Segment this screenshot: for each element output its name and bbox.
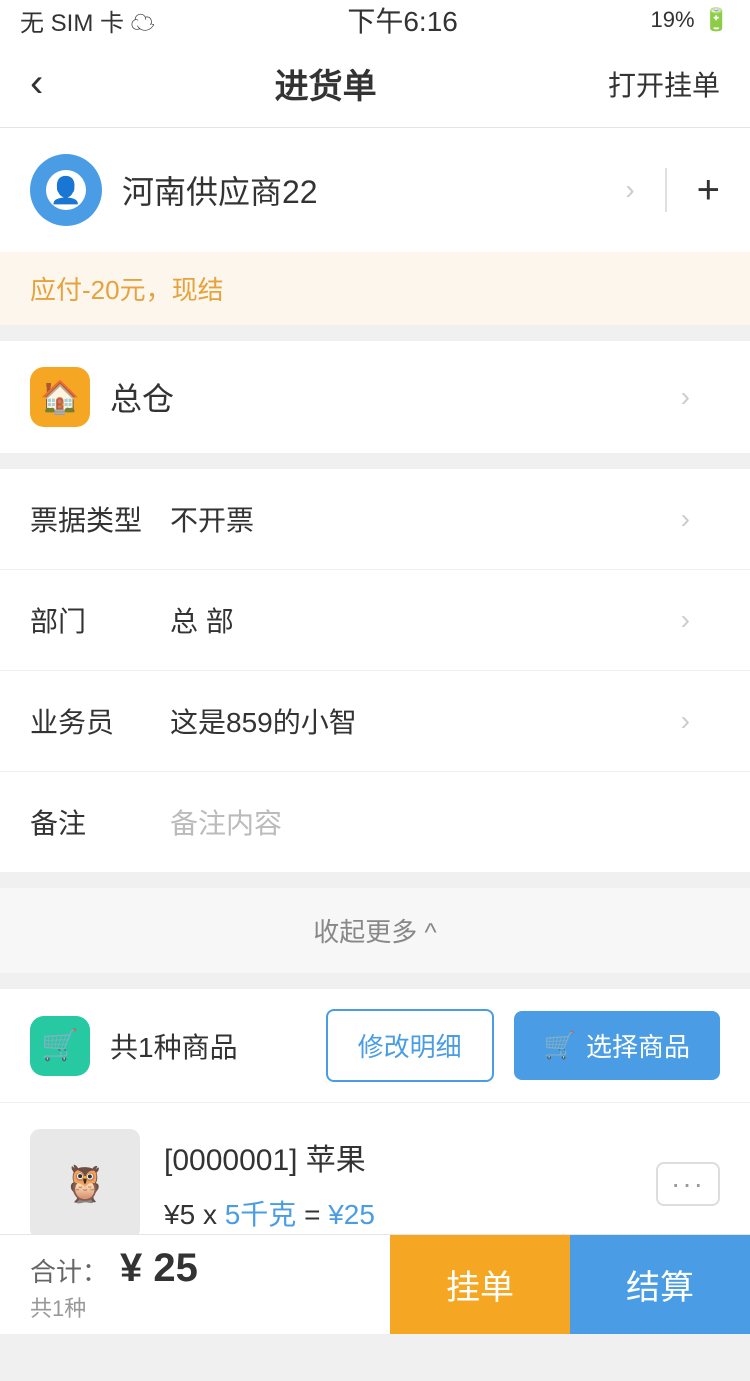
- cart-icon: 🛒: [544, 1030, 576, 1061]
- invoice-value: 不开票: [170, 499, 681, 539]
- status-right: 19% 🔋: [651, 7, 730, 33]
- sim-status: 无 SIM 卡 ☁: [20, 3, 155, 38]
- warehouse-section: 🏠 总仓 ›: [0, 341, 750, 453]
- dept-value: 总 部: [170, 600, 681, 640]
- equals-sign: =: [304, 1199, 328, 1230]
- chevron-right-icon: ›: [681, 604, 690, 636]
- main-content: 👤 河南供应商22 › + 应付-20元，现结 🏠 总仓 › 票据类型 不开票 …: [0, 128, 750, 1381]
- invoice-label: 票据类型: [30, 499, 170, 539]
- product-thumbnail: 🦉: [30, 1129, 140, 1239]
- add-supplier-button[interactable]: +: [697, 170, 720, 210]
- multiply-sign: x: [203, 1199, 225, 1230]
- warehouse-icon-wrap: 🏠: [30, 367, 90, 427]
- remark-label: 备注: [30, 802, 170, 842]
- total-amount: ¥ 25: [120, 1246, 198, 1291]
- nav-bar: ‹ 进货单 打开挂单: [0, 40, 750, 128]
- subtotal: ¥25: [328, 1199, 375, 1230]
- invoice-type-row[interactable]: 票据类型 不开票 ›: [0, 469, 750, 570]
- warehouse-icon: 🏠: [40, 378, 80, 416]
- checkout-button[interactable]: 结算: [570, 1235, 750, 1334]
- chevron-right-icon: ›: [681, 381, 690, 413]
- sales-value: 这是859的小智: [170, 701, 681, 741]
- chevron-right-icon: ›: [681, 705, 690, 737]
- products-count: 共1种商品: [110, 1026, 326, 1066]
- hang-order-button[interactable]: 挂单: [390, 1235, 570, 1334]
- supplier-name: 河南供应商22: [122, 167, 625, 213]
- bag-icon: 🛒: [41, 1028, 78, 1063]
- total-count: 共1种: [30, 1291, 360, 1323]
- collapse-bar[interactable]: 收起更多 ^: [0, 888, 750, 973]
- back-button[interactable]: ‹: [30, 61, 43, 106]
- divider: [665, 168, 667, 212]
- products-header: 🛒 共1种商品 修改明细 🛒 选择商品: [0, 989, 750, 1103]
- sales-label: 业务员: [30, 701, 170, 741]
- product-more-button[interactable]: ···: [656, 1162, 720, 1206]
- battery-icon: 🔋: [703, 7, 730, 33]
- warehouse-row[interactable]: 🏠 总仓 ›: [0, 341, 750, 453]
- chevron-right-icon: ›: [625, 174, 634, 206]
- bottom-bar: 合计： ¥ 25 共1种 挂单 结算: [0, 1234, 750, 1334]
- dept-label: 部门: [30, 600, 170, 640]
- user-icon: 👤: [46, 170, 86, 210]
- status-bar: 无 SIM 卡 ☁ 下午6:16 19% 🔋: [0, 0, 750, 40]
- quantity: 5千克: [225, 1199, 297, 1230]
- total-label: 合计：: [30, 1252, 108, 1289]
- warehouse-name: 总仓: [110, 374, 681, 420]
- supplier-section: 👤 河南供应商22 › + 应付-20元，现结: [0, 128, 750, 325]
- product-logo-icon: 🦉: [63, 1163, 108, 1205]
- form-section: 票据类型 不开票 › 部门 总 部 › 业务员 这是859的小智 › 备注 备注…: [0, 469, 750, 872]
- avatar: 👤: [30, 154, 102, 226]
- remark-input[interactable]: 备注内容: [170, 802, 720, 842]
- status-time: 下午6:16: [347, 0, 458, 40]
- chevron-right-icon: ›: [681, 503, 690, 535]
- unit-price: ¥5: [164, 1199, 195, 1230]
- supplier-row[interactable]: 👤 河南供应商22 › +: [0, 128, 750, 252]
- collapse-label: 收起更多 ^: [313, 912, 436, 949]
- product-name: [0000001] 苹果: [164, 1135, 656, 1179]
- product-price: ¥5 x 5千克 = ¥25: [164, 1193, 656, 1233]
- products-icon-wrap: 🛒: [30, 1016, 90, 1076]
- total-section: 合计： ¥ 25 共1种: [0, 1235, 390, 1334]
- select-product-label: 选择商品: [586, 1027, 690, 1064]
- edit-detail-button[interactable]: 修改明细: [326, 1009, 494, 1082]
- dept-row[interactable]: 部门 总 部 ›: [0, 570, 750, 671]
- select-product-button[interactable]: 🛒 选择商品: [514, 1011, 720, 1080]
- status-left: 无 SIM 卡 ☁: [20, 3, 155, 38]
- product-info: [0000001] 苹果 ¥5 x 5千克 = ¥25: [164, 1135, 656, 1233]
- open-hang-button[interactable]: 打开挂单: [608, 64, 720, 104]
- notice-banner: 应付-20元，现结: [0, 252, 750, 325]
- remark-row[interactable]: 备注 备注内容: [0, 772, 750, 872]
- sales-row[interactable]: 业务员 这是859的小智 ›: [0, 671, 750, 772]
- products-section: 🛒 共1种商品 修改明细 🛒 选择商品 🦉 [0000001] 苹果 ¥5 x …: [0, 989, 750, 1265]
- battery-status: 19%: [651, 7, 695, 33]
- page-title: 进货单: [275, 59, 377, 108]
